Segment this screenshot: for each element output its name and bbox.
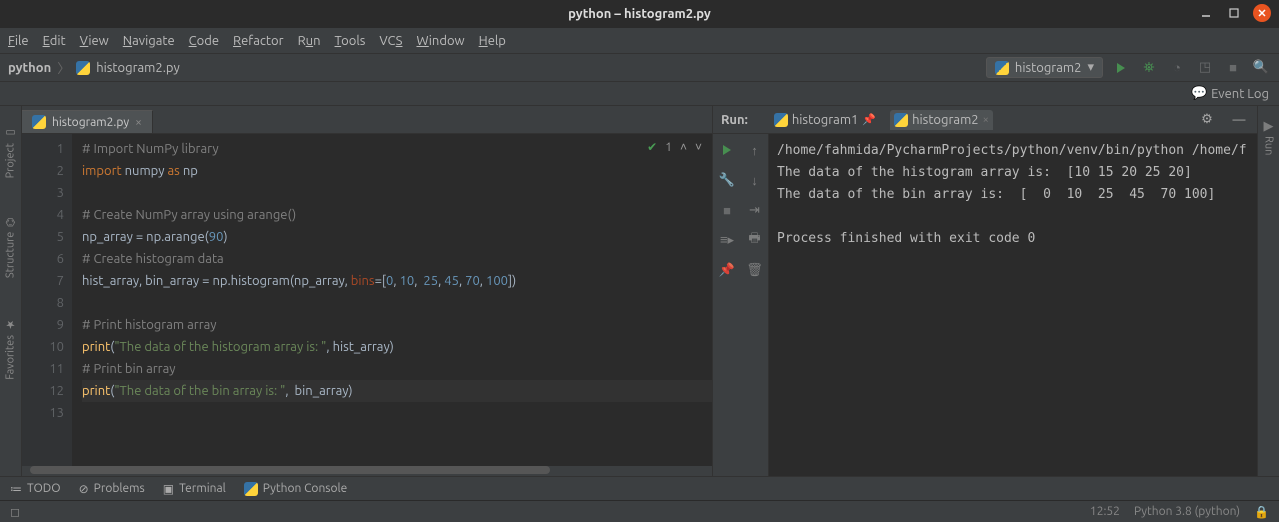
main-split: Project ▭ Structure ⌬ Favorites ★ histog…: [0, 106, 1279, 476]
window-title: python – histogram2.py: [568, 7, 711, 21]
console-output[interactable]: /home/fahmida/PycharmProjects/python/ven…: [769, 134, 1257, 476]
run-toolbar-primary: 🔧 ■ ≡▸ 📌: [713, 134, 741, 476]
close-tab-icon[interactable]: ×: [135, 116, 142, 129]
window-titlebar: python – histogram2.py: [0, 0, 1279, 28]
run-tool-window: Run: histogram1📌 histogram2× ⚙ — 🔧 ■ ≡▸ 📌…: [712, 106, 1257, 476]
run-config-selector[interactable]: histogram2 ▾: [986, 57, 1103, 78]
line-number-gutter: 12345678910111213: [22, 134, 72, 466]
breadcrumb-root[interactable]: python: [8, 61, 51, 75]
lock-icon[interactable]: 🔒: [1254, 505, 1269, 519]
menu-vcs[interactable]: VCS: [379, 34, 402, 48]
editor-body[interactable]: 12345678910111213 # Import NumPy library…: [22, 134, 712, 466]
cursor-position[interactable]: 12:52: [1090, 505, 1120, 518]
status-bar: ◻ 12:52 Python 3.8 (python) 🔒: [0, 500, 1279, 522]
editor-pane: histogram2.py × 12345678910111213 # Impo…: [22, 106, 712, 476]
modify-run-config-button[interactable]: 🔧: [717, 170, 737, 190]
menu-code[interactable]: Code: [189, 34, 219, 48]
run-with-coverage-button[interactable]: ◔: [1167, 58, 1187, 78]
editor-tab-label: histogram2.py: [52, 116, 129, 129]
menu-help[interactable]: Help: [479, 34, 506, 48]
speech-bubble-icon: 💬: [1191, 86, 1207, 101]
window-close-button[interactable]: [1253, 4, 1271, 22]
stop-button[interactable]: ■: [1223, 58, 1243, 78]
menu-run[interactable]: Run: [298, 34, 321, 48]
navigation-bar: python 〉 histogram2.py histogram2 ▾ ⛯ ◔ …: [0, 54, 1279, 82]
soft-wrap-button[interactable]: ⇥: [745, 200, 765, 220]
stop-run-button[interactable]: ■: [717, 200, 737, 220]
bottom-tool-strip: ≔ TODO ⊘ Problems ▣ Terminal Python Cons…: [0, 476, 1279, 500]
inspection-count: 1: [665, 141, 672, 154]
tool-window-structure[interactable]: Structure ⌬: [4, 218, 17, 278]
editor-tab-histogram2[interactable]: histogram2.py ×: [22, 110, 153, 133]
event-log-button[interactable]: 💬 Event Log: [1191, 86, 1269, 101]
check-icon: ✔: [647, 140, 657, 154]
menu-bar: File Edit View Navigate Code Refactor Ru…: [0, 28, 1279, 54]
run-button[interactable]: [1111, 58, 1131, 78]
tool-window-problems[interactable]: ⊘ Problems: [79, 482, 145, 496]
run-config-name: histogram2: [1015, 61, 1082, 75]
code-area[interactable]: # Import NumPy libraryimport numpy as np…: [72, 134, 712, 466]
pin-icon: 📌: [862, 113, 876, 126]
event-log-label: Event Log: [1211, 87, 1269, 101]
python-file-icon: [995, 61, 1009, 75]
menu-edit[interactable]: Edit: [43, 34, 66, 48]
python-file-icon: [76, 61, 90, 75]
breadcrumb[interactable]: python 〉 histogram2.py: [8, 58, 180, 77]
expand-run-button[interactable]: ▶: [1259, 116, 1279, 136]
tool-window-python-console[interactable]: Python Console: [244, 482, 348, 496]
debug-button[interactable]: ⛯: [1139, 58, 1159, 78]
left-tool-strip: Project ▭ Structure ⌬ Favorites ★: [0, 106, 22, 476]
status-left[interactable]: ◻: [10, 505, 20, 519]
menu-navigate[interactable]: Navigate: [123, 34, 175, 48]
menu-file[interactable]: File: [8, 34, 29, 48]
python-icon: [244, 482, 258, 496]
interpreter-label[interactable]: Python 3.8 (python): [1134, 505, 1240, 518]
inspection-widget[interactable]: ✔ 1 ˄ ˅: [647, 140, 702, 154]
scroll-up-button[interactable]: ↑: [745, 140, 765, 160]
clear-all-button[interactable]: 🗑: [745, 260, 765, 280]
tool-window-terminal[interactable]: ▣ Terminal: [163, 482, 226, 496]
horizontal-scrollbar[interactable]: [22, 466, 712, 476]
hide-run-button[interactable]: —: [1229, 110, 1249, 130]
run-tab-histogram2[interactable]: histogram2×: [890, 110, 993, 130]
event-log-row: 💬 Event Log: [0, 82, 1279, 106]
search-everywhere-button[interactable]: 🔍: [1251, 58, 1271, 78]
scroll-down-button[interactable]: ↓: [745, 170, 765, 190]
tool-window-todo[interactable]: ≔ TODO: [10, 482, 61, 496]
menu-tools[interactable]: Tools: [335, 34, 366, 48]
run-settings-button[interactable]: ⚙: [1197, 110, 1217, 130]
window-minimize-button[interactable]: [1197, 4, 1215, 22]
editor-tab-bar: histogram2.py ×: [22, 106, 712, 134]
run-toolbar-secondary: ↑ ↓ ⇥ 🖶 🗑: [741, 134, 769, 476]
run-panel-title: Run:: [721, 113, 748, 127]
tool-window-run-right[interactable]: Run: [1263, 136, 1275, 155]
chevron-up-icon[interactable]: ˄: [680, 140, 687, 154]
print-button[interactable]: 🖶: [745, 230, 765, 250]
chevron-down-icon[interactable]: ˅: [695, 140, 702, 154]
pin-tab-button[interactable]: 📌: [717, 260, 737, 280]
right-tool-strip: ▶ Run: [1257, 106, 1279, 476]
python-file-icon: [894, 113, 908, 127]
menu-refactor[interactable]: Refactor: [233, 34, 284, 48]
rerun-button[interactable]: [717, 140, 737, 160]
tool-window-favorites[interactable]: Favorites ★: [4, 318, 17, 380]
window-maximize-button[interactable]: [1225, 4, 1243, 22]
tool-window-project[interactable]: Project ▭: [4, 126, 17, 178]
python-file-icon: [774, 113, 788, 127]
python-file-icon: [32, 115, 46, 129]
breadcrumb-separator-icon: 〉: [57, 58, 70, 77]
chevron-down-icon: ▾: [1087, 60, 1094, 75]
layout-button[interactable]: ≡▸: [717, 230, 737, 250]
run-tab-histogram1[interactable]: histogram1📌: [770, 110, 880, 130]
run-tab-bar: Run: histogram1📌 histogram2× ⚙ —: [713, 106, 1257, 134]
menu-window[interactable]: Window: [416, 34, 464, 48]
breadcrumb-file[interactable]: histogram2.py: [96, 61, 180, 75]
profile-button[interactable]: ◳: [1195, 58, 1215, 78]
close-icon[interactable]: ×: [983, 114, 989, 126]
menu-view[interactable]: View: [80, 34, 109, 48]
